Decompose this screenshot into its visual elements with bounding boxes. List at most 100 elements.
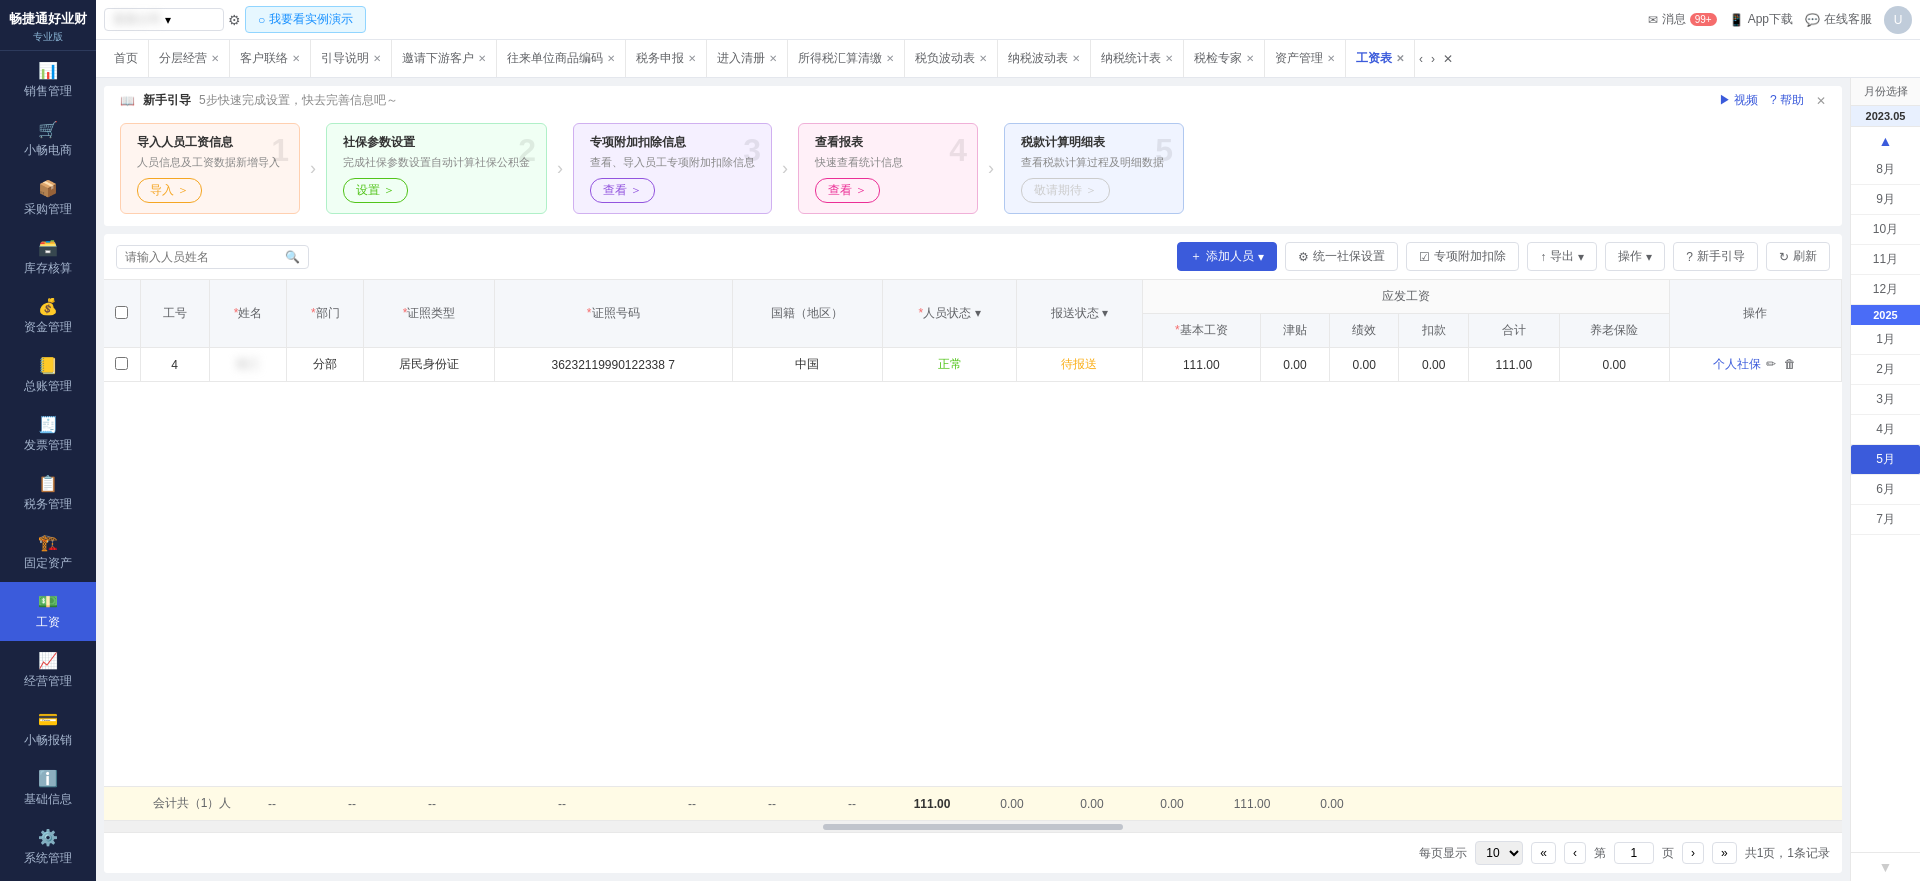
month-item-8[interactable]: 8月 — [1851, 155, 1920, 185]
tab-close-icon[interactable]: ✕ — [373, 53, 381, 64]
tab-close-icon[interactable]: ✕ — [1327, 53, 1335, 64]
month-item-11[interactable]: 11月 — [1851, 245, 1920, 275]
edit-icon[interactable]: ✏ — [1766, 357, 1776, 371]
message-btn[interactable]: ✉ 消息 99+ — [1648, 11, 1717, 28]
help-btn[interactable]: ? 帮助 — [1770, 92, 1804, 109]
tab-close-icon[interactable]: ✕ — [886, 53, 894, 64]
last-page-btn[interactable]: » — [1712, 842, 1737, 864]
month-item-4[interactable]: 4月 — [1851, 415, 1920, 445]
guide-book-icon: 📖 — [120, 94, 135, 108]
month-item-3[interactable]: 3月 — [1851, 385, 1920, 415]
tab-tax-report[interactable]: 税务申报 ✕ — [626, 40, 707, 78]
tab-home[interactable]: 首页 — [104, 40, 149, 78]
tab-close-icon[interactable]: ✕ — [769, 53, 777, 64]
tab-close-all-icon[interactable]: ✕ — [1439, 52, 1457, 66]
search-icon[interactable]: 🔍 — [277, 250, 308, 264]
demo-hint-btn[interactable]: ○ 我要看实例演示 — [245, 6, 366, 33]
tab-next-icon[interactable]: › — [1427, 52, 1439, 66]
month-item-1[interactable]: 1月 — [1851, 325, 1920, 355]
prev-page-btn[interactable]: ‹ — [1564, 842, 1586, 864]
tab-close-icon[interactable]: ✕ — [1072, 53, 1080, 64]
tab-invite[interactable]: 邀请下游客户 ✕ — [392, 40, 497, 78]
tab-product-code[interactable]: 往来单位商品编码 ✕ — [497, 40, 626, 78]
sidebar-item-tax[interactable]: 📋 税务管理 — [0, 464, 96, 523]
tab-layered[interactable]: 分层经营 ✕ — [149, 40, 230, 78]
tab-tax-fluctuation[interactable]: 纳税波动表 ✕ — [998, 40, 1091, 78]
video-btn[interactable]: ▶ 视频 — [1719, 92, 1758, 109]
guide-close-btn[interactable]: ✕ — [1816, 94, 1826, 108]
settings-icon[interactable]: ⚙ — [228, 12, 241, 28]
month-item-7[interactable]: 7月 — [1851, 505, 1920, 535]
row-checkbox[interactable] — [115, 357, 128, 370]
sidebar-item-ecommerce[interactable]: 🛒 小畅电商 — [0, 110, 96, 169]
month-item-6[interactable]: 6月 — [1851, 475, 1920, 505]
tab-close-icon[interactable]: ✕ — [688, 53, 696, 64]
tab-assets[interactable]: 资产管理 ✕ — [1265, 40, 1346, 78]
tab-close-icon[interactable]: ✕ — [607, 53, 615, 64]
sidebar-item-expense[interactable]: 💳 小畅报销 — [0, 700, 96, 759]
step-action-btn[interactable]: 设置 ＞ — [343, 178, 408, 203]
sidebar-item-invoice[interactable]: 🧾 发票管理 — [0, 405, 96, 464]
tab-close-icon[interactable]: ✕ — [478, 53, 486, 64]
user-avatar[interactable]: U — [1884, 6, 1912, 34]
month-item-10[interactable]: 10月 — [1851, 215, 1920, 245]
sidebar-item-basic[interactable]: ℹ️ 基础信息 — [0, 759, 96, 818]
tab-prev-icon[interactable]: ‹ — [1415, 52, 1427, 66]
next-page-btn[interactable]: › — [1682, 842, 1704, 864]
filter-icon[interactable]: ▾ — [975, 306, 981, 320]
app-download-btn[interactable]: 📱 App下载 — [1729, 11, 1793, 28]
tab-tax-stats[interactable]: 纳税统计表 ✕ — [1091, 40, 1184, 78]
operations-btn[interactable]: 操作 ▾ — [1605, 242, 1665, 271]
per-page-select[interactable]: 10 20 50 — [1475, 841, 1523, 865]
step-action-btn[interactable]: 导入 ＞ — [137, 178, 202, 203]
delete-icon[interactable]: 🗑 — [1784, 357, 1796, 371]
horizontal-scrollbar[interactable] — [104, 820, 1842, 832]
sidebar-item-salary[interactable]: 💵 工资 — [0, 582, 96, 641]
step-action-btn[interactable]: 查看 ＞ — [815, 178, 880, 203]
month-item-2[interactable]: 2月 — [1851, 355, 1920, 385]
tab-close-icon[interactable]: ✕ — [1396, 53, 1404, 64]
tab-income-tax[interactable]: 所得税汇算清缴 ✕ — [788, 40, 905, 78]
add-employee-btn[interactable]: ＋ 添加人员 ▾ — [1177, 242, 1277, 271]
tab-close-icon[interactable]: ✕ — [1246, 53, 1254, 64]
select-all-checkbox[interactable] — [115, 306, 128, 319]
tab-intro[interactable]: 引导说明 ✕ — [311, 40, 392, 78]
page-number-input[interactable] — [1614, 842, 1654, 864]
tab-tax-expert[interactable]: 税检专家 ✕ — [1184, 40, 1265, 78]
tab-clearance[interactable]: 进入清册 ✕ — [707, 40, 788, 78]
tab-close-icon[interactable]: ✕ — [1165, 53, 1173, 64]
unified-settings-btn[interactable]: ⚙ 统一社保设置 — [1285, 242, 1398, 271]
search-input[interactable] — [117, 246, 277, 268]
newbie-guide-btn[interactable]: ? 新手引导 — [1673, 242, 1758, 271]
month-nav-down-btn[interactable]: ▼ — [1875, 857, 1897, 877]
special-deduction-btn[interactable]: ☑ 专项附加扣除 — [1406, 242, 1519, 271]
tab-tax-burden[interactable]: 税负波动表 ✕ — [905, 40, 998, 78]
month-item-9[interactable]: 9月 — [1851, 185, 1920, 215]
tab-close-icon[interactable]: ✕ — [979, 53, 987, 64]
tab-customer[interactable]: 客户联络 ✕ — [230, 40, 311, 78]
company-selector[interactable]: 某某公司 ▾ — [104, 8, 224, 31]
footer-performance: 0.00 — [1052, 797, 1132, 811]
step-action-btn[interactable]: 查看 ＞ — [590, 178, 655, 203]
export-btn[interactable]: ↑ 导出 ▾ — [1527, 242, 1597, 271]
sidebar-item-ledger[interactable]: 📒 总账管理 — [0, 346, 96, 405]
sidebar-item-operations[interactable]: 📈 经营管理 — [0, 641, 96, 700]
month-nav-up-btn[interactable]: ▲ — [1875, 131, 1897, 151]
tab-close-icon[interactable]: ✕ — [211, 53, 219, 64]
month-item-12[interactable]: 12月 — [1851, 275, 1920, 305]
sidebar-item-finance[interactable]: 💰 资金管理 — [0, 287, 96, 346]
sidebar-item-inventory[interactable]: 🗃️ 库存核算 — [0, 228, 96, 287]
refresh-btn[interactable]: ↻ 刷新 — [1766, 242, 1830, 271]
sidebar-item-system[interactable]: ⚙️ 系统管理 — [0, 818, 96, 877]
sidebar-item-collab[interactable]: 🤝 企业协同 — [0, 877, 96, 881]
filter-icon[interactable]: ▾ — [1102, 306, 1108, 320]
personal-insurance-link[interactable]: 个人社保 — [1713, 357, 1761, 371]
tab-close-icon[interactable]: ✕ — [292, 53, 300, 64]
online-service-btn[interactable]: 💬 在线客服 — [1805, 11, 1872, 28]
first-page-btn[interactable]: « — [1531, 842, 1556, 864]
month-item-5[interactable]: 5月 — [1851, 445, 1920, 475]
sidebar-item-sales[interactable]: 📊 销售管理 — [0, 51, 96, 110]
sidebar-item-purchase[interactable]: 📦 采购管理 — [0, 169, 96, 228]
sidebar-item-assets[interactable]: 🏗️ 固定资产 — [0, 523, 96, 582]
tab-salary[interactable]: 工资表 ✕ — [1346, 40, 1415, 78]
